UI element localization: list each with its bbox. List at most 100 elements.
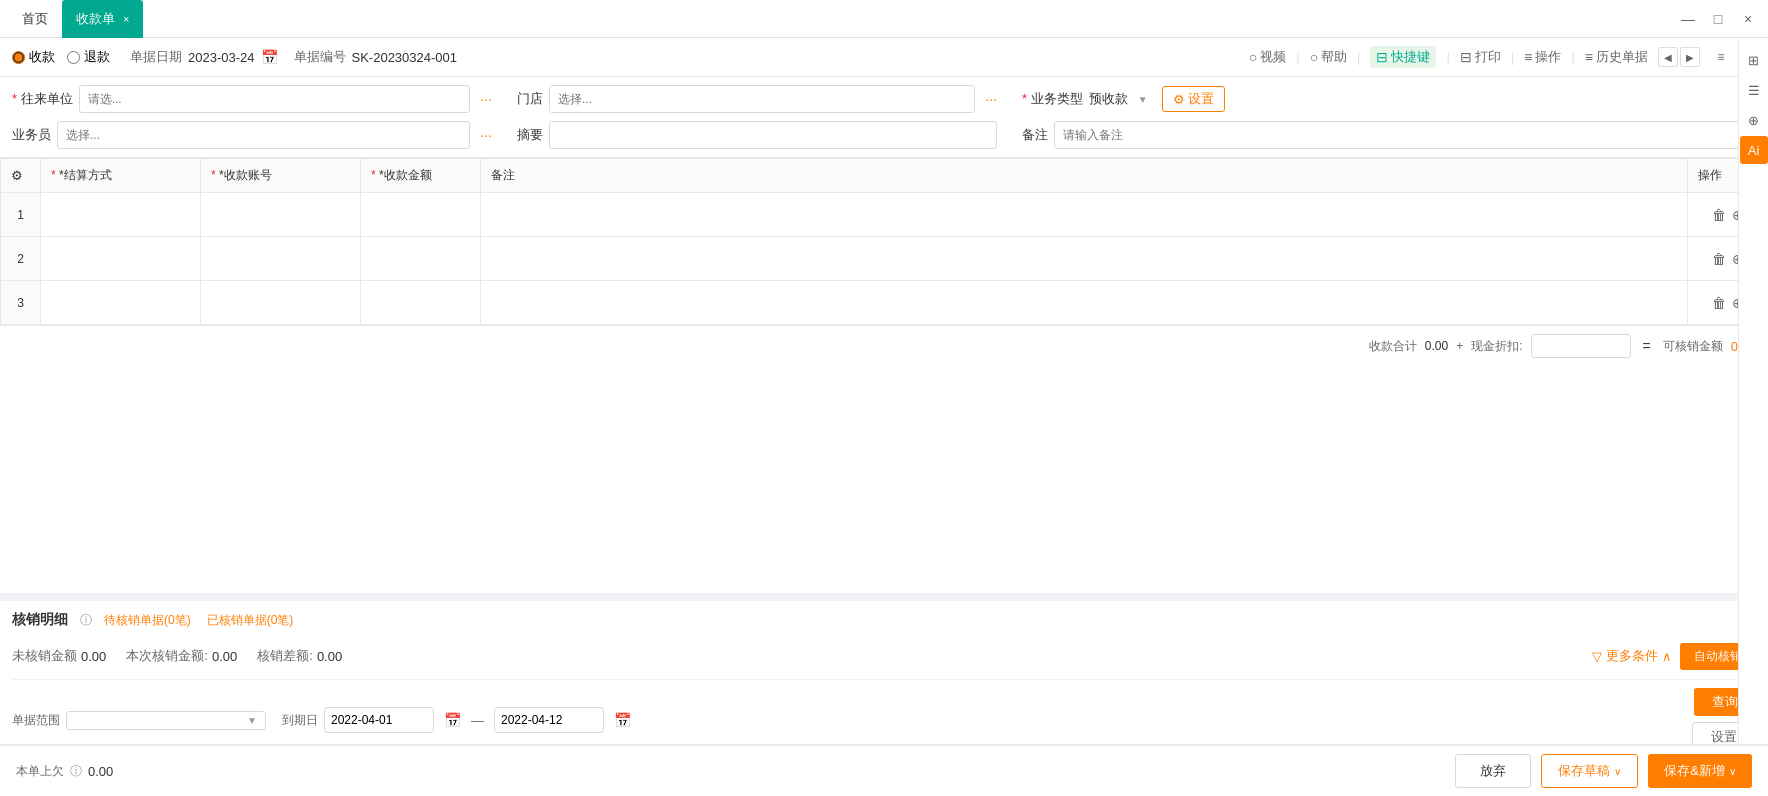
bottom-right: 放弃 保存草稿 ∨ 保存&新增 ∨ <box>1455 754 1752 788</box>
delete-row-icon[interactable]: 🗑 <box>1712 207 1726 223</box>
table-settings-th[interactable]: ⚙ <box>1 159 41 193</box>
store-label: 门店 <box>517 90 543 108</box>
close-window-button[interactable]: × <box>1736 7 1760 31</box>
note-input[interactable] <box>1054 121 1756 149</box>
save-draft-button[interactable]: 保存草稿 ∨ <box>1541 754 1638 788</box>
video-icon: ○ <box>1249 49 1257 65</box>
list-layout-btn[interactable]: ≡ <box>1710 46 1732 68</box>
prev-arrow[interactable]: ◀ <box>1658 47 1678 67</box>
shortcut-tool[interactable]: ⊟ 快捷键 <box>1370 46 1436 68</box>
bottom-left: 本单上欠 ⓘ 0.00 <box>16 763 113 780</box>
minimize-button[interactable]: — <box>1676 7 1700 31</box>
date-to-input[interactable] <box>494 707 604 733</box>
equals-sign: = <box>1643 338 1651 354</box>
discount-input[interactable] <box>1531 334 1631 358</box>
row-num-1: 1 <box>1 193 41 237</box>
unverified-label: 未核销金额 <box>12 647 77 665</box>
delete-row-2-icon[interactable]: 🗑 <box>1712 251 1726 267</box>
counterpart-more-icon[interactable]: ··· <box>480 91 492 107</box>
maximize-button[interactable]: □ <box>1706 7 1730 31</box>
header-meta: 单据日期 2023-03-24 📅 单据编号 SK-20230324-001 <box>130 48 1229 66</box>
filter-icon: ▽ <box>1592 649 1602 664</box>
note-field: 备注 <box>1022 121 1756 149</box>
more-conditions-label: 更多条件 <box>1606 647 1658 665</box>
table-row: 3 🗑 ⊕ <box>1 281 1768 325</box>
staff-more-icon[interactable]: ··· <box>480 127 492 143</box>
receipt-radio[interactable]: 收款 <box>12 48 55 66</box>
sidebar-list-icon[interactable]: ☰ <box>1740 76 1768 104</box>
print-label: 打印 <box>1475 48 1501 66</box>
number-label: 单据编号 <box>294 48 346 66</box>
date-label: 到期日 <box>282 712 318 729</box>
header-tools: ○ 视频 | ○ 帮助 | ⊟ 快捷键 | ⊟ 打印 | ≡ 操作 | <box>1249 46 1756 68</box>
row-remark-3[interactable] <box>481 281 1688 325</box>
summary-input[interactable] <box>549 121 997 149</box>
close-tab-icon[interactable]: × <box>123 13 129 25</box>
date-from-input[interactable] <box>324 707 434 733</box>
calendar-icon[interactable]: 📅 <box>261 49 278 65</box>
bottom-bar: 本单上欠 ⓘ 0.00 放弃 保存草稿 ∨ 保存&新增 ∨ <box>0 744 1768 796</box>
pending-tab[interactable]: 待核销单据(0笔) <box>104 612 191 629</box>
top-nav: 首页 收款单 × — □ × <box>0 0 1768 38</box>
chevron-up-icon: ∧ <box>1662 649 1672 664</box>
video-tool[interactable]: ○ 视频 <box>1249 48 1286 66</box>
row-amount-2[interactable] <box>361 237 481 281</box>
more-conditions-btn[interactable]: ▽ 更多条件 ∧ <box>1592 647 1672 665</box>
row-remark-1[interactable] <box>481 193 1688 237</box>
store-input[interactable] <box>549 85 975 113</box>
row-settle-1[interactable] <box>41 193 201 237</box>
row-settle-3[interactable] <box>41 281 201 325</box>
row-amount-3[interactable] <box>361 281 481 325</box>
save-draft-arrow-icon: ∨ <box>1614 766 1621 777</box>
operation-tool[interactable]: ≡ 操作 <box>1524 48 1561 66</box>
print-tool[interactable]: ⊟ 打印 <box>1460 48 1501 66</box>
refund-label: 退款 <box>84 48 110 66</box>
store-field: 门店 ··· <box>517 85 997 113</box>
owe-info-icon[interactable]: ⓘ <box>70 763 82 780</box>
number-field: 单据编号 SK-20230324-001 <box>294 48 458 66</box>
business-type-label: 业务类型 <box>1022 90 1083 108</box>
business-type-arrow[interactable]: ▼ <box>1138 94 1148 105</box>
counterpart-input[interactable] <box>79 85 471 113</box>
row-settle-2[interactable] <box>41 237 201 281</box>
row-num-2: 2 <box>1 237 41 281</box>
nuclear-actions: ▽ 更多条件 ∧ 自动核销 <box>1592 643 1756 670</box>
sidebar-table-icon[interactable]: ⊞ <box>1740 46 1768 74</box>
nuclear-info-icon[interactable]: ⓘ <box>80 612 92 629</box>
row-amount-1[interactable] <box>361 193 481 237</box>
done-tab[interactable]: 已核销单据(0笔) <box>207 612 294 629</box>
delete-row-3-icon[interactable]: 🗑 <box>1712 295 1726 311</box>
nav-tab-home[interactable]: 首页 <box>8 0 62 38</box>
save-new-button[interactable]: 保存&新增 ∨ <box>1648 754 1752 788</box>
range-select-arrow: ▼ <box>247 715 257 726</box>
settings-button[interactable]: ⚙ 设置 <box>1162 86 1225 112</box>
cal-to-icon[interactable]: 📅 <box>614 712 631 728</box>
business-type-field: 业务类型 预收款 ▼ ⚙ 设置 <box>1022 86 1342 112</box>
row-account-1[interactable] <box>201 193 361 237</box>
cal-from-icon[interactable]: 📅 <box>444 712 461 728</box>
next-arrow[interactable]: ▶ <box>1680 47 1700 67</box>
help-tool[interactable]: ○ 帮助 <box>1310 48 1347 66</box>
current-owe-label: 本单上欠 <box>16 763 64 780</box>
staff-input[interactable] <box>57 121 470 149</box>
nav-tab-receipt[interactable]: 收款单 × <box>62 0 143 38</box>
summary-field: 摘要 <box>517 121 997 149</box>
store-more-icon[interactable]: ··· <box>985 91 997 107</box>
table-icon: ⊞ <box>1748 53 1759 68</box>
row-account-2[interactable] <box>201 237 361 281</box>
history-tool[interactable]: ≡ 历史单据 <box>1585 48 1648 66</box>
nuclear-stats: 未核销金额 0.00 本次核销金额: 0.00 核销差额: 0.00 <box>12 641 342 671</box>
row-remark-2[interactable] <box>481 237 1688 281</box>
refund-radio[interactable]: 退款 <box>67 48 110 66</box>
diff-label: 核销差额: <box>257 647 313 665</box>
range-select[interactable]: ▼ <box>66 711 266 730</box>
receipt-label: 收款 <box>29 48 55 66</box>
row-num-3: 3 <box>1 281 41 325</box>
history-label: 历史单据 <box>1596 48 1648 66</box>
row-account-3[interactable] <box>201 281 361 325</box>
sidebar-link-icon[interactable]: ⊕ <box>1740 106 1768 134</box>
abandon-button[interactable]: 放弃 <box>1455 754 1531 788</box>
range-filter: 单据范围 ▼ <box>12 711 266 730</box>
summary-label: 摘要 <box>517 126 543 144</box>
sidebar-ai-icon[interactable]: Ai <box>1740 136 1768 164</box>
